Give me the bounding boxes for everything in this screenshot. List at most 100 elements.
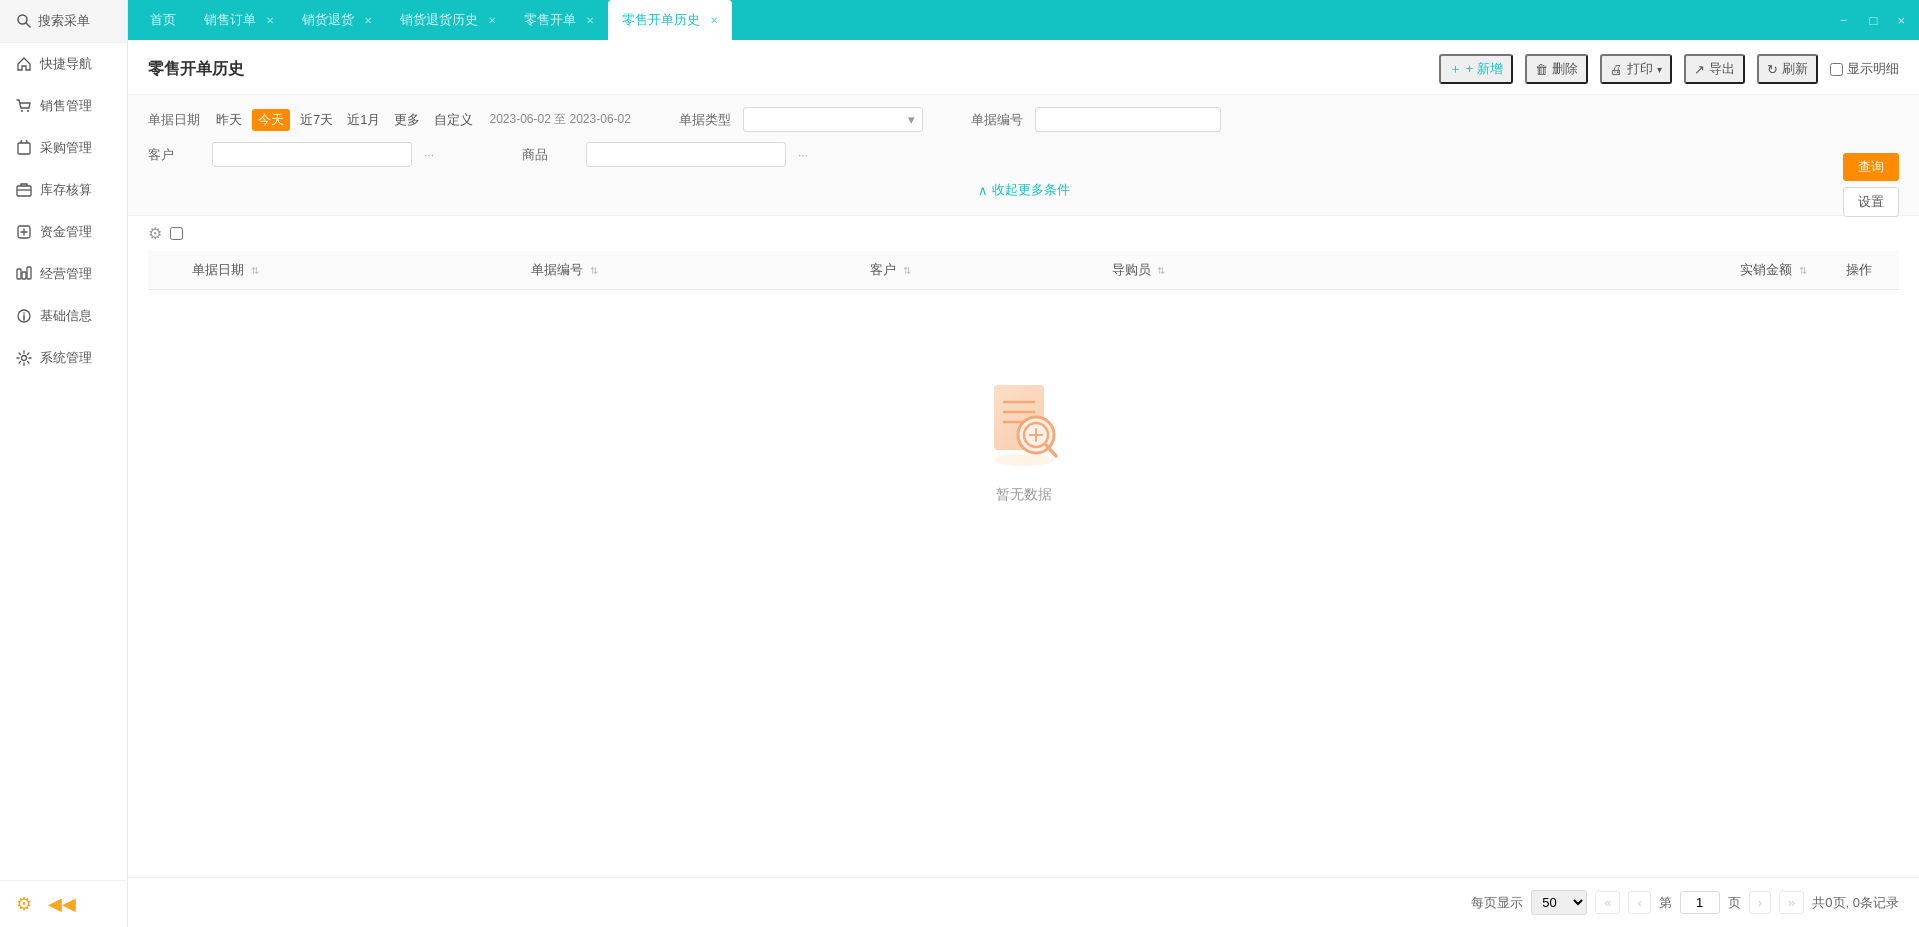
sidebar-item-purchase-mgmt[interactable]: 采购管理 [0, 127, 127, 169]
delete-icon: 🗑 [1535, 62, 1548, 77]
tab-bar: 首页 销售订单 ✕ 销货退货 ✕ 销货退货历史 ✕ 零售开单 ✕ 零售开单历史 … [128, 0, 1919, 40]
goods-input[interactable] [586, 142, 786, 167]
svg-line-1 [26, 23, 30, 27]
total-info: 共0页, 0条记录 [1812, 894, 1899, 912]
number-filter-label: 单据编号 [971, 111, 1027, 129]
th-date[interactable]: 单据日期 ⇅ [180, 251, 519, 290]
svg-rect-10 [27, 267, 31, 279]
show-detail-checkbox-label[interactable]: 显示明细 [1830, 60, 1899, 78]
show-detail-checkbox[interactable] [1830, 63, 1843, 76]
customer-input[interactable] [212, 142, 412, 167]
date-opt-7days[interactable]: 近7天 [296, 109, 337, 131]
tab-close-icon[interactable]: ✕ [710, 15, 718, 26]
inventory-icon [16, 182, 32, 199]
empty-text: 暂无数据 [996, 486, 1052, 504]
purchase-icon [16, 140, 32, 157]
sidebar-item-inventory[interactable]: 库存核算 [0, 169, 127, 211]
customer-filter-group: 客户 ··· [148, 142, 434, 167]
query-button[interactable]: 查询 [1843, 153, 1899, 181]
collapse-button[interactable]: ∧ 收起更多条件 [974, 177, 1074, 203]
info-icon [16, 308, 32, 325]
collapse-icon[interactable]: ◀◀ [48, 893, 76, 915]
new-button[interactable]: ＋ + 新增 [1439, 54, 1513, 84]
sort-icon-salesperson: ⇅ [1157, 265, 1165, 276]
table-toolbar: ⚙ [148, 216, 1899, 251]
settings-button[interactable]: 设置 [1843, 187, 1899, 217]
window-maximize[interactable]: □ [1864, 13, 1884, 28]
svg-rect-8 [17, 269, 21, 279]
filter-area: 单据日期 昨天 今天 近7天 近1月 更多 自定义 2023-06-02 至 2… [128, 95, 1919, 216]
th-amount[interactable]: 实销金额 ⇅ [1480, 251, 1819, 290]
sidebar-search[interactable]: 搜索采单 [0, 0, 127, 43]
sidebar-item-label: 基础信息 [40, 307, 92, 325]
next-page-button[interactable]: › [1749, 891, 1771, 914]
refresh-icon: ↻ [1767, 62, 1778, 77]
print-button[interactable]: 🖨 打印 ▾ [1600, 54, 1672, 84]
svg-point-14 [22, 356, 27, 361]
number-input[interactable] [1035, 107, 1221, 132]
sidebar-item-quick-nav[interactable]: 快捷导航 [0, 43, 127, 85]
last-page-button[interactable]: » [1779, 891, 1804, 914]
th-number[interactable]: 单据编号 ⇅ [519, 251, 858, 290]
main-area: 首页 销售订单 ✕ 销货退货 ✕ 销货退货历史 ✕ 零售开单 ✕ 零售开单历史 … [128, 0, 1919, 927]
window-close[interactable]: × [1891, 13, 1911, 28]
tab-close-icon[interactable]: ✕ [488, 15, 496, 26]
tab-close-icon[interactable]: ✕ [266, 15, 274, 26]
table-settings-icon[interactable]: ⚙ [148, 224, 162, 243]
th-salesperson[interactable]: 导购员 ⇅ [1100, 251, 1390, 290]
tab-retail-order[interactable]: 零售开单 ✕ [510, 0, 608, 40]
date-opt-1month[interactable]: 近1月 [343, 109, 384, 131]
svg-point-3 [27, 110, 29, 112]
settings-bottom-icon[interactable]: ⚙ [16, 893, 32, 915]
tab-home[interactable]: 首页 [136, 0, 190, 40]
per-page-select[interactable]: 50 10 20 100 [1531, 890, 1587, 915]
sidebar-item-label: 销售管理 [40, 97, 92, 115]
select-all-checkbox[interactable] [170, 227, 183, 240]
sidebar-item-sales-mgmt[interactable]: 销售管理 [0, 85, 127, 127]
sidebar-item-basic-info[interactable]: 基础信息 [0, 295, 127, 337]
export-icon: ↗ [1694, 62, 1705, 77]
svg-point-2 [21, 110, 23, 112]
sidebar-item-label: 库存核算 [40, 181, 92, 199]
th-customer[interactable]: 客户 ⇅ [858, 251, 1100, 290]
customer-ellipsis[interactable]: ··· [424, 148, 434, 162]
goods-ellipsis[interactable]: ··· [798, 148, 808, 162]
sidebar-item-finance[interactable]: 资金管理 [0, 211, 127, 253]
filter-row-2: 客户 ··· 商品 ··· [148, 142, 1899, 167]
svg-point-15 [994, 454, 1054, 466]
date-opt-more[interactable]: 更多 [390, 109, 424, 131]
first-page-button[interactable]: « [1595, 891, 1620, 914]
tab-close-icon[interactable]: ✕ [586, 15, 594, 26]
window-minimize[interactable]: － [1831, 11, 1856, 29]
per-page-label: 每页显示 [1471, 894, 1523, 912]
tab-sales-return[interactable]: 销货退货 ✕ [288, 0, 386, 40]
current-page-input[interactable] [1680, 891, 1720, 914]
number-filter-group: 单据编号 [971, 107, 1221, 132]
date-opt-today[interactable]: 今天 [252, 109, 290, 131]
tab-label: 销售订单 [204, 11, 256, 29]
refresh-button[interactable]: ↻ 刷新 [1757, 54, 1818, 84]
svg-rect-5 [17, 186, 31, 196]
delete-button[interactable]: 🗑 删除 [1525, 54, 1588, 84]
tab-close-icon[interactable]: ✕ [364, 15, 372, 26]
date-opt-custom[interactable]: 自定义 [430, 109, 477, 131]
tab-sales-return-history[interactable]: 销货退货历史 ✕ [386, 0, 510, 40]
tab-retail-order-history[interactable]: 零售开单历史 ✕ [608, 0, 732, 40]
collapse-up-icon: ∧ [978, 183, 988, 198]
date-opt-yesterday[interactable]: 昨天 [212, 109, 246, 131]
sidebar: 搜索采单 快捷导航 销售管理 采购管理 [0, 0, 128, 927]
export-button[interactable]: ↗ 导出 [1684, 54, 1745, 84]
page-suffix: 页 [1728, 894, 1741, 912]
sidebar-item-operations[interactable]: 经营管理 [0, 253, 127, 295]
svg-rect-4 [18, 143, 30, 154]
goods-filter-label: 商品 [522, 146, 578, 164]
prev-page-button[interactable]: ‹ [1628, 891, 1650, 914]
tab-label: 销货退货 [302, 11, 354, 29]
type-select[interactable] [743, 107, 923, 132]
type-filter-group: 单据类型 [679, 107, 923, 132]
table-area: ⚙ 单据日期 ⇅ 单据编号 ⇅ [128, 216, 1919, 877]
tab-sales-order[interactable]: 销售订单 ✕ [190, 0, 288, 40]
search-icon [16, 13, 32, 30]
sidebar-item-system-mgmt[interactable]: 系统管理 [0, 337, 127, 379]
type-select-wrap [743, 107, 923, 132]
